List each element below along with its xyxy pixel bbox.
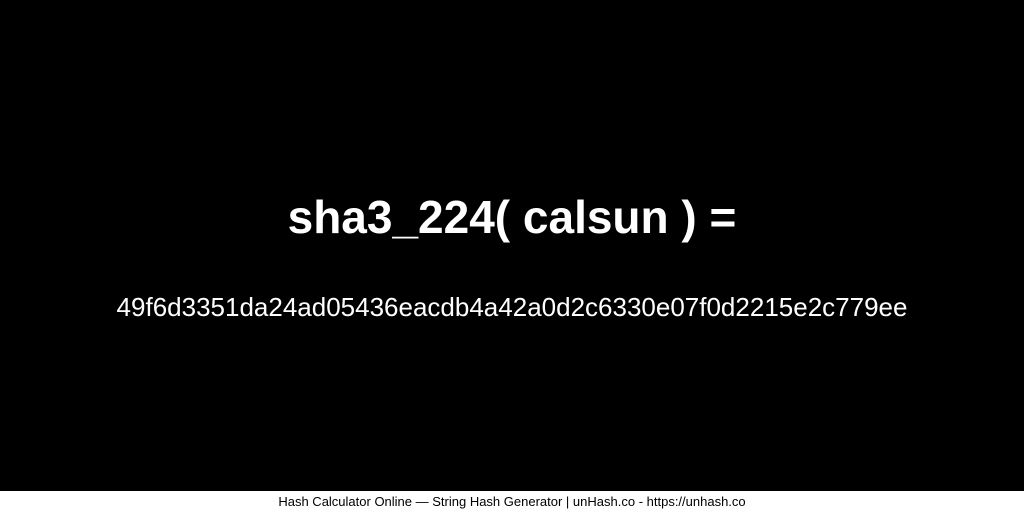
footer-text: Hash Calculator Online — String Hash Gen… <box>278 494 573 509</box>
footer-separator: - <box>635 494 647 509</box>
main-content: sha3_224( calsun ) = 49f6d3351da24ad0543… <box>0 0 1024 512</box>
hash-expression: sha3_224( calsun ) = <box>288 190 737 244</box>
hash-result: 49f6d3351da24ad05436eacdb4a42a0d2c6330e0… <box>117 292 908 323</box>
footer: Hash Calculator Online — String Hash Gen… <box>0 491 1024 512</box>
footer-link-url[interactable]: https://unhash.co <box>647 494 746 509</box>
footer-link-site[interactable]: unHash.co <box>573 494 635 509</box>
